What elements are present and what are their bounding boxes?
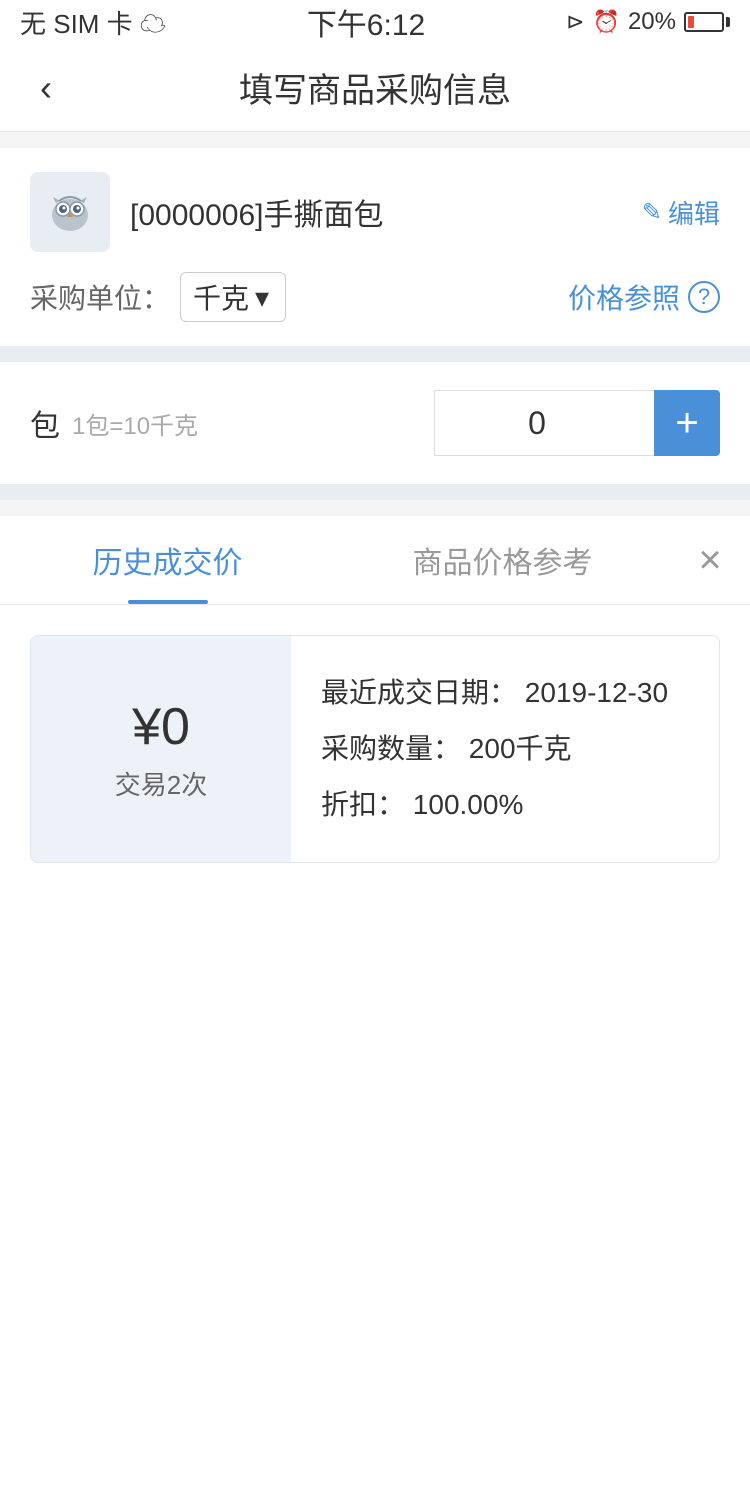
- status-right-icons: ⊳ ⏰ 20%: [566, 8, 730, 36]
- quantity-plus-button[interactable]: +: [654, 390, 720, 456]
- price-transactions: 交易2次: [115, 765, 207, 802]
- tab-history-price[interactable]: 历史成交价: [0, 516, 335, 604]
- status-bar: 无 SIM 卡 ☁ 下午6:12 ⊳ ⏰ 20%: [0, 0, 750, 44]
- price-amount: ¥0: [132, 697, 190, 757]
- back-button[interactable]: ‹: [30, 57, 62, 119]
- tabs-header: 历史成交价 商品价格参考 ×: [0, 516, 750, 605]
- history-price-content: ¥0 交易2次 最近成交日期： 2019-12-30 采购数量： 200千克 折…: [0, 605, 750, 893]
- help-icon: ?: [688, 281, 720, 313]
- location-icon: ⊳: [566, 9, 584, 35]
- dropdown-arrow-icon: ▾: [255, 281, 269, 314]
- nav-bar: ‹ 填写商品采购信息: [0, 44, 750, 132]
- tab-close-button[interactable]: ×: [670, 516, 750, 604]
- price-card-left: ¥0 交易2次: [31, 636, 291, 862]
- tab-active-underline: [128, 600, 208, 604]
- quantity-input[interactable]: [434, 390, 654, 456]
- section-divider: [0, 346, 750, 362]
- product-name: [0000006]手撕面包: [130, 190, 383, 234]
- recent-date-label: 最近成交日期：: [321, 677, 517, 708]
- discount-label: 折扣：: [321, 789, 405, 820]
- purchase-qty-value: 200千克: [469, 733, 572, 764]
- tab-price-reference[interactable]: 商品价格参考: [335, 516, 670, 604]
- product-thumbnail: [30, 172, 110, 252]
- purchase-unit-row: 采购单位： 千克 ▾ 价格参照 ?: [30, 272, 720, 322]
- edit-icon: ✎: [642, 198, 662, 227]
- bottom-space: [0, 893, 750, 1493]
- discount-value: 100.00%: [413, 789, 524, 820]
- battery-icon: [684, 12, 730, 32]
- price-card-right: 最近成交日期： 2019-12-30 采购数量： 200千克 折扣： 100.0…: [291, 636, 719, 862]
- quantity-controls: +: [434, 390, 720, 456]
- status-network: 无 SIM 卡 ☁: [20, 4, 166, 41]
- recent-date-value: 2019-12-30: [525, 677, 668, 708]
- owl-icon: [43, 185, 97, 239]
- unit-badge: 包: [30, 401, 60, 445]
- page-title: 填写商品采购信息: [239, 63, 511, 112]
- product-header: [0000006]手撕面包 ✎ 编辑: [30, 172, 720, 252]
- edit-button[interactable]: ✎ 编辑: [642, 194, 720, 231]
- tabs-section: 历史成交价 商品价格参考 × ¥0 交易2次 最近成交日期： 2019: [0, 516, 750, 893]
- price-card: ¥0 交易2次 最近成交日期： 2019-12-30 采购数量： 200千克 折…: [30, 635, 720, 863]
- unit-select-dropdown[interactable]: 千克 ▾: [180, 272, 286, 322]
- price-ref-button[interactable]: 价格参照 ?: [568, 277, 720, 317]
- product-left: [0000006]手撕面包: [30, 172, 383, 252]
- status-time: 下午6:12: [307, 0, 425, 44]
- purchase-qty-label: 采购数量：: [321, 733, 461, 764]
- quantity-row: 包 1包=10千克 +: [0, 362, 750, 484]
- recent-date-row: 最近成交日期： 2019-12-30: [321, 672, 689, 714]
- product-section: [0000006]手撕面包 ✎ 编辑 采购单位： 千克 ▾ 价格参照 ?: [0, 148, 750, 346]
- unit-conversion: 1包=10千克: [72, 406, 198, 441]
- close-icon: ×: [698, 538, 721, 583]
- section-divider-2: [0, 484, 750, 500]
- alarm-icon: ⏰: [593, 9, 620, 35]
- unit-left: 采购单位： 千克 ▾: [30, 272, 286, 322]
- battery-percent: 20%: [628, 8, 676, 36]
- purchase-qty-row: 采购数量： 200千克: [321, 728, 689, 770]
- purchase-unit-label: 采购单位：: [30, 277, 170, 317]
- quantity-label: 包 1包=10千克: [30, 401, 198, 445]
- discount-row: 折扣： 100.00%: [321, 784, 689, 826]
